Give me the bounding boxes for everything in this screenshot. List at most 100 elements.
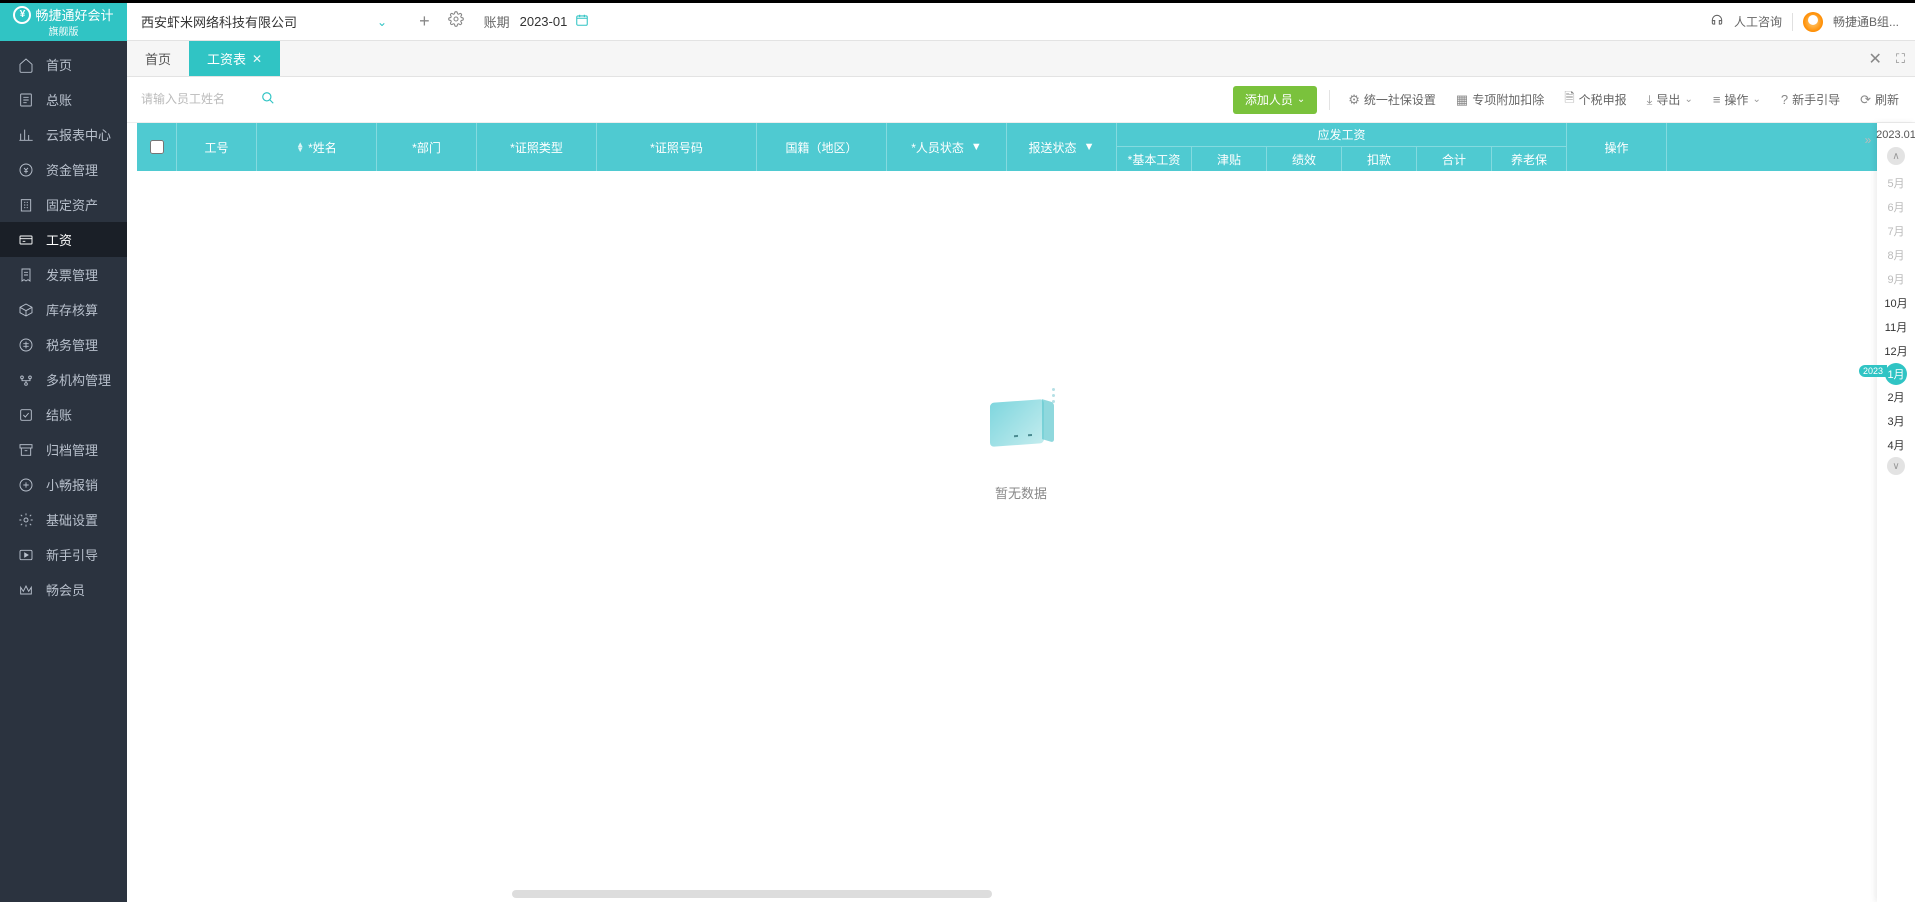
sidebar-item-inventory[interactable]: 库存核算 [0, 292, 127, 327]
sidebar-item-settings[interactable]: 基础设置 [0, 502, 127, 537]
add-company-icon[interactable]: + [419, 11, 430, 32]
special-deduction-link[interactable]: ▦专项附加扣除 [1450, 86, 1550, 114]
guide-link[interactable]: ?新手引导 [1775, 86, 1846, 114]
period-month[interactable]: 11月 [1885, 315, 1907, 339]
avatar[interactable] [1803, 12, 1823, 32]
select-all-checkbox[interactable] [150, 140, 164, 154]
horizontal-scrollbar[interactable] [512, 890, 992, 898]
doc-icon: 🗎 [1564, 89, 1574, 111]
period-label: 账期 [484, 12, 510, 31]
headset-icon [1710, 13, 1724, 30]
sidebar-item-fixed-asset[interactable]: 固定资产 [0, 187, 127, 222]
th-deduction[interactable]: 扣款 [1342, 147, 1417, 171]
tab-salary-sheet[interactable]: 工资表 ✕ [189, 41, 280, 76]
add-person-button[interactable]: 添加人员⌄ [1233, 86, 1317, 114]
th-label: *人员状态 [911, 139, 964, 156]
consult-link[interactable]: 人工咨询 [1734, 13, 1782, 30]
sort-icon[interactable]: ▲▼ [296, 142, 304, 152]
fullscreen-icon[interactable]: ⛶ [1896, 51, 1905, 67]
empty-text: 暂无数据 [995, 483, 1047, 502]
th-total[interactable]: 合计 [1417, 147, 1492, 171]
th-basic-salary[interactable]: *基本工资 [1117, 147, 1192, 171]
close-panel-icon[interactable]: ✕ [1868, 49, 1881, 69]
th-label: *姓名 [308, 139, 337, 156]
tab-home[interactable]: 首页 [127, 41, 189, 76]
export-dropdown[interactable]: ⤓导出⌄ [1641, 86, 1699, 114]
search-icon[interactable] [261, 91, 275, 108]
sidebar-item-label: 资金管理 [46, 160, 98, 179]
grid-icon: ▦ [1456, 92, 1468, 108]
search-input[interactable] [137, 86, 277, 114]
period-month[interactable]: 8月 [1887, 243, 1904, 267]
period-month[interactable]: 5月 [1887, 171, 1904, 195]
period-prev-button[interactable]: ∧ [1887, 147, 1905, 165]
sidebar-item-home[interactable]: 首页 [0, 47, 127, 82]
period-month[interactable]: 7月 [1887, 219, 1904, 243]
period-next-button[interactable]: ∨ [1887, 457, 1905, 475]
operate-dropdown[interactable]: ≡操作⌄ [1707, 86, 1767, 114]
tax-report-link[interactable]: 🗎个税申报 [1558, 86, 1632, 114]
th-checkbox [137, 123, 177, 171]
period-month[interactable]: 2月 [1887, 385, 1904, 409]
sidebar-item-label: 新手引导 [46, 545, 98, 564]
company-selector[interactable]: 西安虾米网络科技有限公司 ⌄ [127, 12, 401, 31]
link-label: 新手引导 [1792, 91, 1840, 108]
empty-illustration [976, 381, 1066, 461]
th-allowance[interactable]: 津贴 [1192, 147, 1267, 171]
th-status[interactable]: *人员状态 ▼ [887, 123, 1007, 171]
period-panel: » 2023.01 ∧ 5月 6月 7月 8月 9月 10月 11月 12月 2… [1859, 123, 1915, 902]
refresh-icon: ⟳ [1860, 92, 1871, 108]
th-nation[interactable]: 国籍（地区） [757, 123, 887, 171]
reimburse-icon [18, 477, 34, 493]
tabs-bar: 首页 工资表 ✕ ✕ ⛶ [127, 41, 1915, 77]
th-id-no[interactable]: *证照号码 [597, 123, 757, 171]
chevron-down-icon: ⌄ [377, 15, 387, 29]
main-content: 首页 工资表 ✕ ✕ ⛶ 添加人员⌄ ⚙统一社保设置 ▦专项附加扣除 🗎个税 [127, 41, 1915, 902]
th-name[interactable]: ▲▼ *姓名 [257, 123, 377, 171]
sidebar-item-label: 首页 [46, 55, 72, 74]
social-settings-link[interactable]: ⚙统一社保设置 [1342, 86, 1442, 114]
period-month[interactable]: 4月 [1887, 433, 1904, 457]
calendar-icon[interactable] [575, 13, 589, 30]
period-month[interactable]: 12月 [1884, 339, 1907, 363]
th-send-status[interactable]: 报送状态▼ [1007, 123, 1117, 171]
th-dept[interactable]: *部门 [377, 123, 477, 171]
close-icon[interactable]: ✕ [252, 52, 262, 66]
sidebar-item-gl[interactable]: 总账 [0, 82, 127, 117]
sidebar-item-archive[interactable]: 归档管理 [0, 432, 127, 467]
collapse-handle[interactable]: » [1859, 123, 1877, 902]
sidebar-item-salary[interactable]: 工资 [0, 222, 127, 257]
filter-icon[interactable]: ▼ [971, 141, 982, 153]
user-name[interactable]: 畅捷通B组... [1833, 13, 1899, 30]
refresh-link[interactable]: ⟳刷新 [1854, 86, 1905, 114]
sidebar-item-member[interactable]: 畅会员 [0, 572, 127, 607]
sidebar-item-cloud-report[interactable]: 云报表中心 [0, 117, 127, 152]
link-label: 导出 [1656, 91, 1680, 108]
sidebar-item-report-sale[interactable]: 小畅报销 [0, 467, 127, 502]
sidebar-item-invoice[interactable]: 发票管理 [0, 257, 127, 292]
gear-icon[interactable] [448, 11, 464, 32]
period-month-current[interactable]: 2023 1月 [1885, 363, 1907, 385]
filter-icon[interactable]: ▼ [1084, 141, 1095, 153]
link-label: 专项附加扣除 [1472, 91, 1544, 108]
app-header: ¥ 畅捷通好会计 旗舰版 西安虾米网络科技有限公司 ⌄ + 账期 2023-01… [0, 3, 1915, 41]
check-icon [18, 407, 34, 423]
sidebar-item-guide[interactable]: 新手引导 [0, 537, 127, 572]
sidebar-item-label: 云报表中心 [46, 125, 111, 144]
period-month[interactable]: 6月 [1887, 195, 1904, 219]
sidebar-item-close[interactable]: 结账 [0, 397, 127, 432]
sidebar-item-label: 结账 [46, 405, 72, 424]
sidebar-item-multi-org[interactable]: 多机构管理 [0, 362, 127, 397]
sidebar-item-tax[interactable]: 税务管理 [0, 327, 127, 362]
invoice-icon [18, 267, 34, 283]
th-id[interactable]: 工号 [177, 123, 257, 171]
th-pension[interactable]: 养老保 [1492, 147, 1566, 171]
th-id-type[interactable]: *证照类型 [477, 123, 597, 171]
period-month[interactable]: 3月 [1887, 409, 1904, 433]
period-month[interactable]: 9月 [1887, 267, 1904, 291]
th-performance[interactable]: 绩效 [1267, 147, 1342, 171]
link-label: 刷新 [1875, 91, 1899, 108]
period-month[interactable]: 10月 [1884, 291, 1907, 315]
sidebar-item-label: 多机构管理 [46, 370, 111, 389]
sidebar-item-fund[interactable]: 资金管理 [0, 152, 127, 187]
